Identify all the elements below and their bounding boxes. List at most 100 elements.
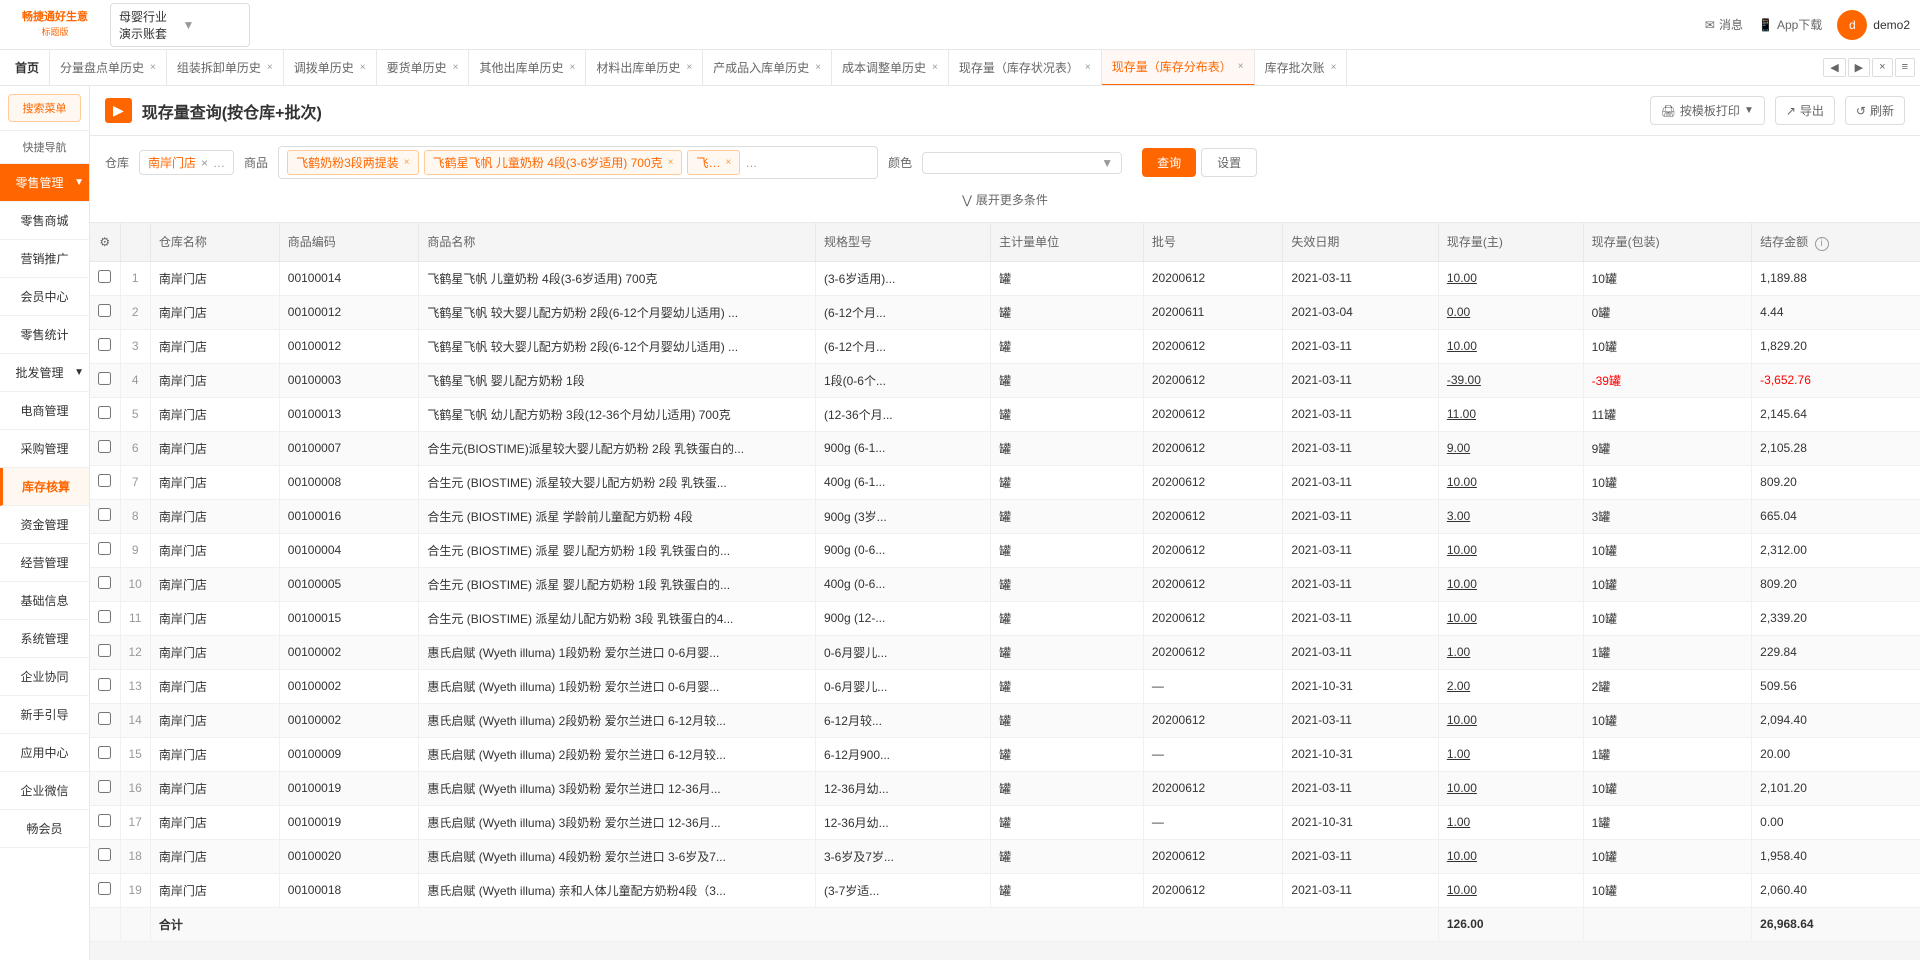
th-checkbox[interactable]: ⚙ — [90, 223, 120, 261]
row-checkbox[interactable] — [90, 329, 120, 363]
row-checkbox[interactable] — [90, 601, 120, 635]
tab-stock-dist[interactable]: 现存量（库存分布表） × — [1102, 50, 1255, 86]
setting-btn[interactable]: 设置 — [1201, 148, 1257, 177]
tab-disassemble[interactable]: 组装拆卸单历史 × — [167, 50, 284, 86]
row-stock-main[interactable]: 1.00 — [1438, 737, 1583, 771]
row-stock-main[interactable]: 10.00 — [1438, 465, 1583, 499]
tab-request[interactable]: 要货单历史 × — [377, 50, 470, 86]
sidebar-item-inventory[interactable]: 库存核算 — [0, 468, 89, 506]
product-tag-1-close[interactable]: × — [404, 157, 410, 168]
sidebar-item-system[interactable]: 系统管理 — [0, 620, 89, 658]
tab-close-10[interactable]: × — [1238, 61, 1244, 72]
row-stock-main[interactable]: 1.00 — [1438, 805, 1583, 839]
row-checkbox[interactable] — [90, 465, 120, 499]
sidebar-item-wholesale[interactable]: 批发管理 ▼ — [0, 354, 89, 392]
row-stock-main[interactable]: 10.00 — [1438, 601, 1583, 635]
tab-close-all-btn[interactable]: × — [1872, 58, 1892, 77]
user-area[interactable]: d demo2 — [1837, 10, 1910, 40]
tab-menu-btn[interactable]: ≡ — [1895, 58, 1915, 77]
sidebar-item-member2[interactable]: 畅会员 — [0, 810, 89, 848]
tab-close-5[interactable]: × — [569, 62, 575, 73]
row-stock-main[interactable]: 10.00 — [1438, 567, 1583, 601]
row-stock-main[interactable]: 11.00 — [1438, 397, 1583, 431]
row-stock-main[interactable]: 2.00 — [1438, 669, 1583, 703]
row-stock-main[interactable]: 10.00 — [1438, 839, 1583, 873]
print-btn[interactable]: 🖨 按模板打印 ▼ — [1650, 96, 1765, 125]
tab-close-8[interactable]: × — [932, 62, 938, 73]
row-stock-main[interactable]: 0.00 — [1438, 295, 1583, 329]
row-stock-main[interactable]: 10.00 — [1438, 771, 1583, 805]
sidebar-item-retail-shop[interactable]: 零售商城 — [0, 202, 89, 240]
sidebar-item-ecommerce[interactable]: 电商管理 — [0, 392, 89, 430]
row-checkbox[interactable] — [90, 703, 120, 737]
row-stock-main[interactable]: 1.00 — [1438, 635, 1583, 669]
sidebar-item-operations[interactable]: 经营管理 — [0, 544, 89, 582]
row-stock-main[interactable]: 3.00 — [1438, 499, 1583, 533]
product-filter[interactable]: 飞鹤奶粉3段两提装 × 飞鹤星飞帆 儿童奶粉 4段(3-6岁适用) 700克 ×… — [278, 146, 878, 179]
row-checkbox[interactable] — [90, 567, 120, 601]
tab-material-out[interactable]: 材料出库单历史 × — [586, 50, 703, 86]
row-checkbox[interactable] — [90, 295, 120, 329]
sidebar-item-purchase[interactable]: 采购管理 — [0, 430, 89, 468]
expand-sidebar-btn[interactable]: ▶ — [105, 98, 132, 123]
sidebar-item-retail-stats[interactable]: 零售统计 — [0, 316, 89, 354]
search-menu-btn[interactable]: 搜索菜单 — [8, 94, 81, 122]
message-btn[interactable]: ✉ 消息 — [1705, 16, 1743, 33]
tab-other-out[interactable]: 其他出库单历史 × — [469, 50, 586, 86]
warehouse-close-icon[interactable]: × — [201, 156, 208, 170]
sidebar-quick-nav[interactable]: 快捷导航 — [0, 131, 89, 164]
sidebar-item-marketing[interactable]: 营销推广 — [0, 240, 89, 278]
tab-cost-adjust[interactable]: 成本调整单历史 × — [832, 50, 949, 86]
warehouse-more-icon[interactable]: … — [213, 156, 225, 170]
product-tag-3[interactable]: 飞… × — [687, 150, 740, 175]
tab-product-in[interactable]: 产成品入库单历史 × — [703, 50, 832, 86]
product-more-icon[interactable]: … — [745, 156, 757, 170]
row-checkbox[interactable] — [90, 839, 120, 873]
workspace-selector[interactable]: 母婴行业演示账套 ▼ — [110, 3, 250, 47]
product-tag-1[interactable]: 飞鹤奶粉3段两提装 × — [287, 150, 419, 175]
tab-prev-btn[interactable]: ◀ — [1823, 58, 1845, 77]
row-checkbox[interactable] — [90, 533, 120, 567]
row-checkbox[interactable] — [90, 397, 120, 431]
row-stock-main[interactable]: 10.00 — [1438, 329, 1583, 363]
tab-close-3[interactable]: × — [360, 62, 366, 73]
export-btn[interactable]: ↗ 导出 — [1775, 96, 1835, 125]
balance-info-icon[interactable]: i — [1815, 237, 1829, 251]
row-checkbox[interactable] — [90, 261, 120, 295]
row-stock-main[interactable]: 10.00 — [1438, 533, 1583, 567]
sidebar-item-app-center[interactable]: 应用中心 — [0, 734, 89, 772]
tab-close-7[interactable]: × — [815, 62, 821, 73]
product-tag-2-close[interactable]: × — [668, 157, 674, 168]
sidebar-item-member[interactable]: 会员中心 — [0, 278, 89, 316]
row-checkbox[interactable] — [90, 635, 120, 669]
refresh-btn[interactable]: ↺ 刷新 — [1845, 96, 1905, 125]
query-btn[interactable]: 查询 — [1142, 148, 1196, 177]
tab-close-11[interactable]: × — [1331, 62, 1337, 73]
row-stock-main[interactable]: 10.00 — [1438, 703, 1583, 737]
tab-close-4[interactable]: × — [453, 62, 459, 73]
color-filter[interactable]: ▼ — [922, 152, 1122, 174]
row-checkbox[interactable] — [90, 771, 120, 805]
row-checkbox[interactable] — [90, 873, 120, 907]
tab-close-9[interactable]: × — [1085, 62, 1091, 73]
tab-partial-inventory[interactable]: 分量盘点单历史 × — [50, 50, 167, 86]
expand-conditions-btn[interactable]: ⋁ 展开更多条件 — [954, 187, 1056, 212]
tab-stock-status[interactable]: 现存量（库存状况表） × — [949, 50, 1102, 86]
row-checkbox[interactable] — [90, 431, 120, 465]
app-download-btn[interactable]: 📱 App下载 — [1758, 16, 1822, 33]
tab-close-2[interactable]: × — [267, 62, 273, 73]
tab-batch-account[interactable]: 库存批次账 × — [1255, 50, 1348, 86]
sidebar-item-finance[interactable]: 资金管理 — [0, 506, 89, 544]
row-checkbox[interactable] — [90, 805, 120, 839]
row-checkbox[interactable] — [90, 669, 120, 703]
tab-mix[interactable]: 调拨单历史 × — [284, 50, 377, 86]
row-stock-main[interactable]: 10.00 — [1438, 873, 1583, 907]
sidebar-item-basics[interactable]: 基础信息 — [0, 582, 89, 620]
row-stock-main[interactable]: 10.00 — [1438, 261, 1583, 295]
row-checkbox[interactable] — [90, 499, 120, 533]
row-stock-main[interactable]: -39.00 — [1438, 363, 1583, 397]
sidebar-item-enterprise-wechat[interactable]: 企业微信 — [0, 772, 89, 810]
row-stock-main[interactable]: 9.00 — [1438, 431, 1583, 465]
sidebar-item-retail[interactable]: 零售管理 ▼ — [0, 164, 89, 202]
product-tag-3-close[interactable]: × — [726, 157, 732, 168]
